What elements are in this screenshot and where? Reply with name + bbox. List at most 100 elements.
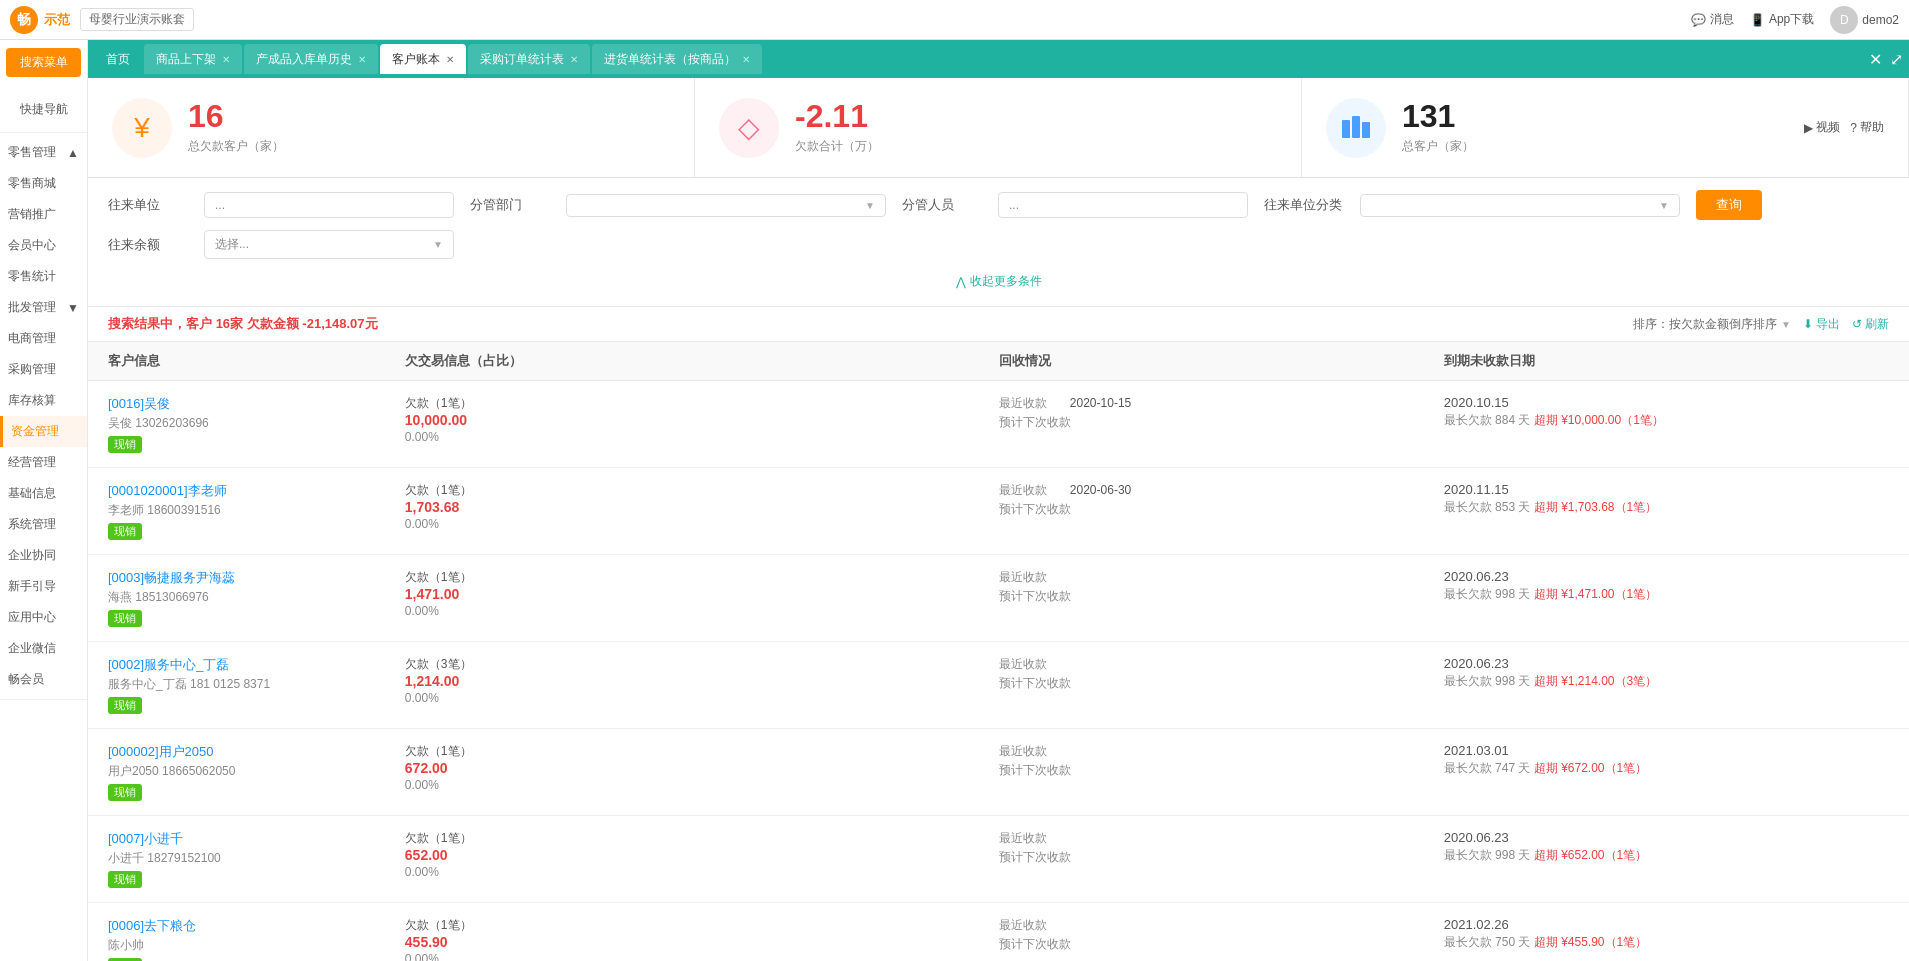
debt-percent-0: 0.00% [405, 430, 999, 444]
customer-name-2[interactable]: [0003]畅捷服务尹海蕊 [108, 569, 405, 587]
customer-name-0[interactable]: [0016]吴俊 [108, 395, 405, 413]
customer-name-4[interactable]: [000002]用户2050 [108, 743, 405, 761]
filter-input-balance[interactable]: 选择... ▼ [204, 230, 454, 259]
recovery-info-2: 最近收款 预计下次收款 [999, 569, 1444, 605]
sidebar-item-batch-mgmt[interactable]: 批发管理 ▼ [0, 292, 87, 323]
debt-total-value: -2.11 [795, 100, 879, 132]
debt-info-5: 欠款（1笔） 652.00 0.00% [405, 830, 999, 879]
debt-amount-2[interactable]: 1,471.00 [405, 586, 999, 602]
tab-customer-account[interactable]: 客户账本 ✕ [380, 44, 466, 74]
debt-amount-0[interactable]: 10,000.00 [405, 412, 999, 428]
recovery-label-2: 最近收款 [999, 569, 1444, 586]
customer-name-6[interactable]: [0006]去下粮仓 [108, 917, 405, 935]
customer-tag-3: 现销 [108, 697, 142, 714]
table-row: [0016]吴俊 吴俊 13026203696 现销 欠款（1笔） 10,000… [88, 381, 1909, 468]
sidebar-item-basic-info[interactable]: 基础信息 [0, 478, 87, 509]
sidebar-item-operations[interactable]: 经营管理 [0, 447, 87, 478]
tab-production-history[interactable]: 产成品入库单历史 ✕ [244, 44, 378, 74]
filter-collapse-btn[interactable]: ⋀ 收起更多条件 [956, 273, 1042, 290]
sidebar-item-app-center[interactable]: 应用中心 [0, 602, 87, 633]
table-row: [0007]小进千 小进千 18279152100 现销 欠款（1笔） 652.… [88, 816, 1909, 903]
search-btn[interactable]: 查询 [1696, 190, 1762, 220]
sidebar-item-member-center[interactable]: 会员中心 [0, 230, 87, 261]
tab-incoming-stat[interactable]: 进货单统计表（按商品） ✕ [592, 44, 762, 74]
sidebar-item-quick-nav[interactable]: 快捷导航 [0, 91, 87, 126]
tab-customer-account-label: 客户账本 [392, 51, 440, 68]
overdue-amount-3[interactable]: 超期 ¥1,214.00（3笔） [1534, 674, 1657, 688]
sidebar-item-enterprise-wechat[interactable]: 企业微信 [0, 633, 87, 664]
due-date-6: 2021.02.26 [1444, 917, 1889, 932]
debt-info-2: 欠款（1笔） 1,471.00 0.00% [405, 569, 999, 618]
result-amount: -21,148.07元 [302, 316, 377, 331]
result-prefix: 搜索结果中，客户 [108, 316, 212, 331]
tab-purchase-stat[interactable]: 采购订单统计表 ✕ [468, 44, 590, 74]
filter-input-category[interactable]: ▼ [1360, 194, 1680, 217]
tab-product-manage-close[interactable]: ✕ [222, 54, 230, 65]
quick-nav-section: 快捷导航 [0, 85, 87, 133]
help-btn[interactable]: ? 帮助 [1850, 119, 1884, 136]
sidebar-item-system-mgmt[interactable]: 系统管理 [0, 509, 87, 540]
debt-amount-4[interactable]: 672.00 [405, 760, 999, 776]
customer-info-2: [0003]畅捷服务尹海蕊 海燕 18513066976 现销 [108, 569, 405, 627]
debt-amount-3[interactable]: 1,214.00 [405, 673, 999, 689]
debt-percent-4: 0.00% [405, 778, 999, 792]
debt-amount-5[interactable]: 652.00 [405, 847, 999, 863]
overdue-amount-5[interactable]: 超期 ¥652.00（1笔） [1534, 848, 1647, 862]
filter-row-2: 往来余额 选择... ▼ [108, 230, 1889, 259]
sidebar-item-enterprise-collab[interactable]: 企业协同 [0, 540, 87, 571]
export-btn[interactable]: ⬇ 导出 [1803, 316, 1840, 333]
top-bar-left: 畅 示范 母婴行业演示账套 [10, 6, 194, 34]
tab-expand-icon[interactable]: ⤢ [1890, 50, 1903, 69]
debt-amount-1[interactable]: 1,703.68 [405, 499, 999, 515]
sidebar-item-ecommerce[interactable]: 电商管理 [0, 323, 87, 354]
customer-name-3[interactable]: [0002]服务中心_丁磊 [108, 656, 405, 674]
due-date-2: 2020.06.23 [1444, 569, 1889, 584]
user-profile-btn[interactable]: D demo2 [1830, 6, 1899, 34]
sidebar-item-retail-mall[interactable]: 零售商城 [0, 168, 87, 199]
overdue-amount-1[interactable]: 超期 ¥1,703.68（1笔） [1534, 500, 1657, 514]
sidebar-item-capital-mgmt[interactable]: 资金管理 [0, 416, 87, 447]
sidebar-item-retail-mgmt[interactable]: 零售管理 ▲ [0, 137, 87, 168]
tab-production-history-close[interactable]: ✕ [358, 54, 366, 65]
page-content: ¥ 16 总欠款客户（家） ◇ -2.11 欠款合计（万） [88, 78, 1909, 961]
overdue-amount-0[interactable]: 超期 ¥10,000.00（1笔） [1534, 413, 1664, 427]
debt-amount-6[interactable]: 455.90 [405, 934, 999, 950]
recovery-label-3: 最近收款 [999, 656, 1444, 673]
overdue-amount-6[interactable]: 超期 ¥455.90（1笔） [1534, 935, 1647, 949]
customer-name-1[interactable]: [0001020001]李老师 [108, 482, 405, 500]
message-btn[interactable]: 💬 消息 [1691, 11, 1734, 28]
logo-char: 畅 [17, 11, 31, 29]
app-download-btn[interactable]: 📱 App下载 [1750, 11, 1814, 28]
tab-purchase-stat-close[interactable]: ✕ [570, 54, 578, 65]
overdue-amount-4[interactable]: 超期 ¥672.00（1笔） [1534, 761, 1647, 775]
refresh-btn[interactable]: ↺ 刷新 [1852, 316, 1889, 333]
overdue-amount-2[interactable]: 超期 ¥1,471.00（1笔） [1534, 587, 1657, 601]
tab-incoming-stat-close[interactable]: ✕ [742, 54, 750, 65]
tab-purchase-stat-label: 采购订单统计表 [480, 51, 564, 68]
filter-input-dept[interactable]: ▼ [566, 194, 886, 217]
result-sort[interactable]: 排序：按欠款金额倒序排序 ▼ [1633, 316, 1791, 333]
main-layout: 搜索菜单 快捷导航 零售管理 ▲ 零售商城 营销推广 会员中 [0, 40, 1909, 961]
filter-input-person[interactable]: ... [998, 192, 1248, 218]
tab-home[interactable]: 首页 [94, 44, 142, 74]
new-guide-label: 新手引导 [8, 578, 56, 595]
sidebar-item-purchase-mgmt[interactable]: 采购管理 [0, 354, 87, 385]
filter-input-unit[interactable]: ... [204, 192, 454, 218]
chevron-down-icon: ▲ [67, 146, 79, 160]
sidebar-item-retail-stat[interactable]: 零售统计 [0, 261, 87, 292]
chevron-down-icon-dept: ▼ [865, 200, 875, 211]
sidebar-item-inventory[interactable]: 库存核算 [0, 385, 87, 416]
tab-product-manage[interactable]: 商品上下架 ✕ [144, 44, 242, 74]
sidebar-item-vip-member[interactable]: 畅会员 [0, 664, 87, 695]
tab-incoming-stat-label: 进货单统计表（按商品） [604, 51, 736, 68]
sidebar-item-new-guide[interactable]: 新手引导 [0, 571, 87, 602]
tab-customer-account-close[interactable]: ✕ [446, 54, 454, 65]
tab-collapse-icon[interactable]: ✕ [1869, 50, 1882, 69]
industry-label[interactable]: 母婴行业演示账套 [80, 8, 194, 31]
search-menu-btn[interactable]: 搜索菜单 [6, 48, 81, 77]
sidebar-item-marketing[interactable]: 营销推广 [0, 199, 87, 230]
filter-label-balance: 往来余额 [108, 236, 188, 254]
video-btn[interactable]: ▶ 视频 [1804, 119, 1840, 136]
customer-name-5[interactable]: [0007]小进千 [108, 830, 405, 848]
recovery-next-1: 预计下次收款 [999, 501, 1444, 518]
